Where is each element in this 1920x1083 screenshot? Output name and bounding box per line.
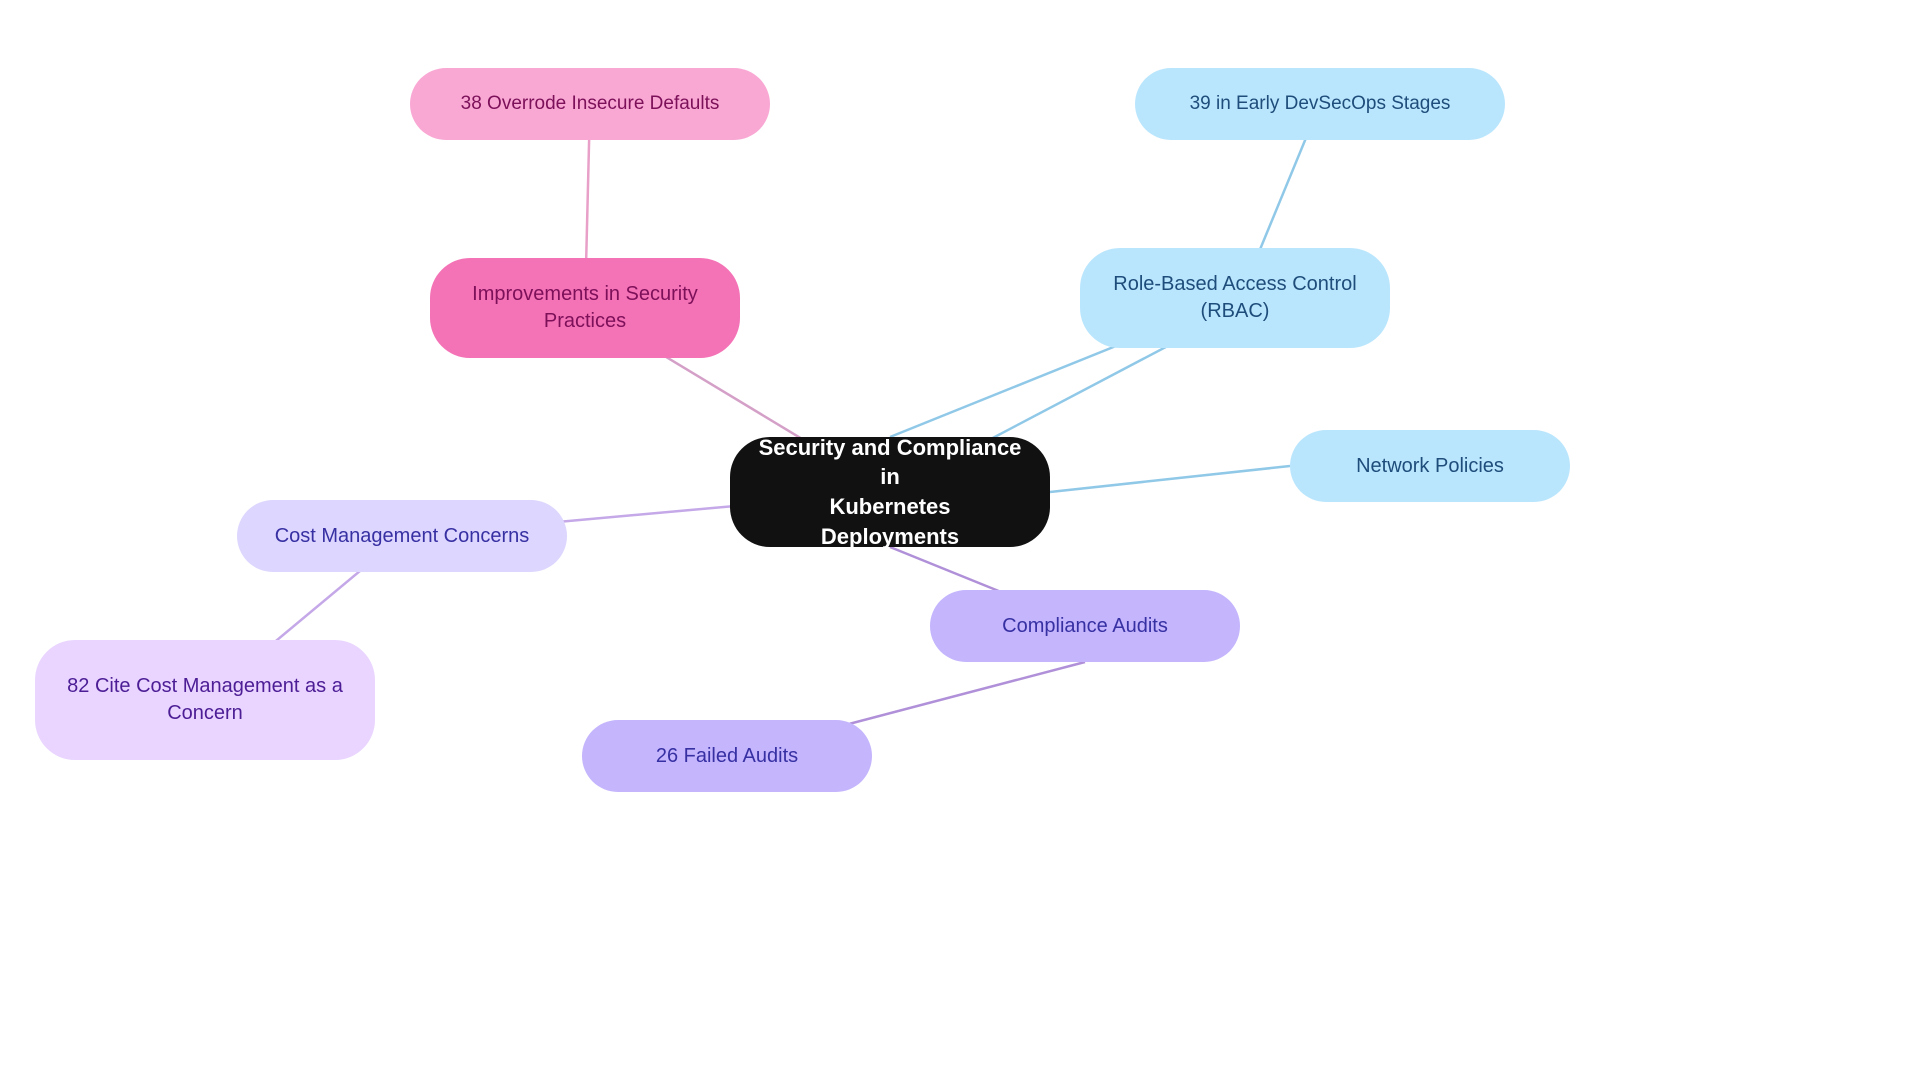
node-improvements-security: Improvements in Security Practices (430, 258, 740, 358)
node-early-devsecops: 39 in Early DevSecOps Stages (1135, 68, 1505, 140)
node-cite-cost-management: 82 Cite Cost Management as a Concern (35, 640, 375, 760)
node-network-policies: Network Policies (1290, 430, 1570, 502)
center-node: Security and Compliance in Kubernetes De… (730, 437, 1050, 547)
node-cost-management-concerns: Cost Management Concerns (237, 500, 567, 572)
node-overrode-insecure-defaults: 38 Overrode Insecure Defaults (410, 68, 770, 140)
node-failed-audits: 26 Failed Audits (582, 720, 872, 792)
node-rbac: Role-Based Access Control (RBAC) (1080, 248, 1390, 348)
node-compliance-audits: Compliance Audits (930, 590, 1240, 662)
